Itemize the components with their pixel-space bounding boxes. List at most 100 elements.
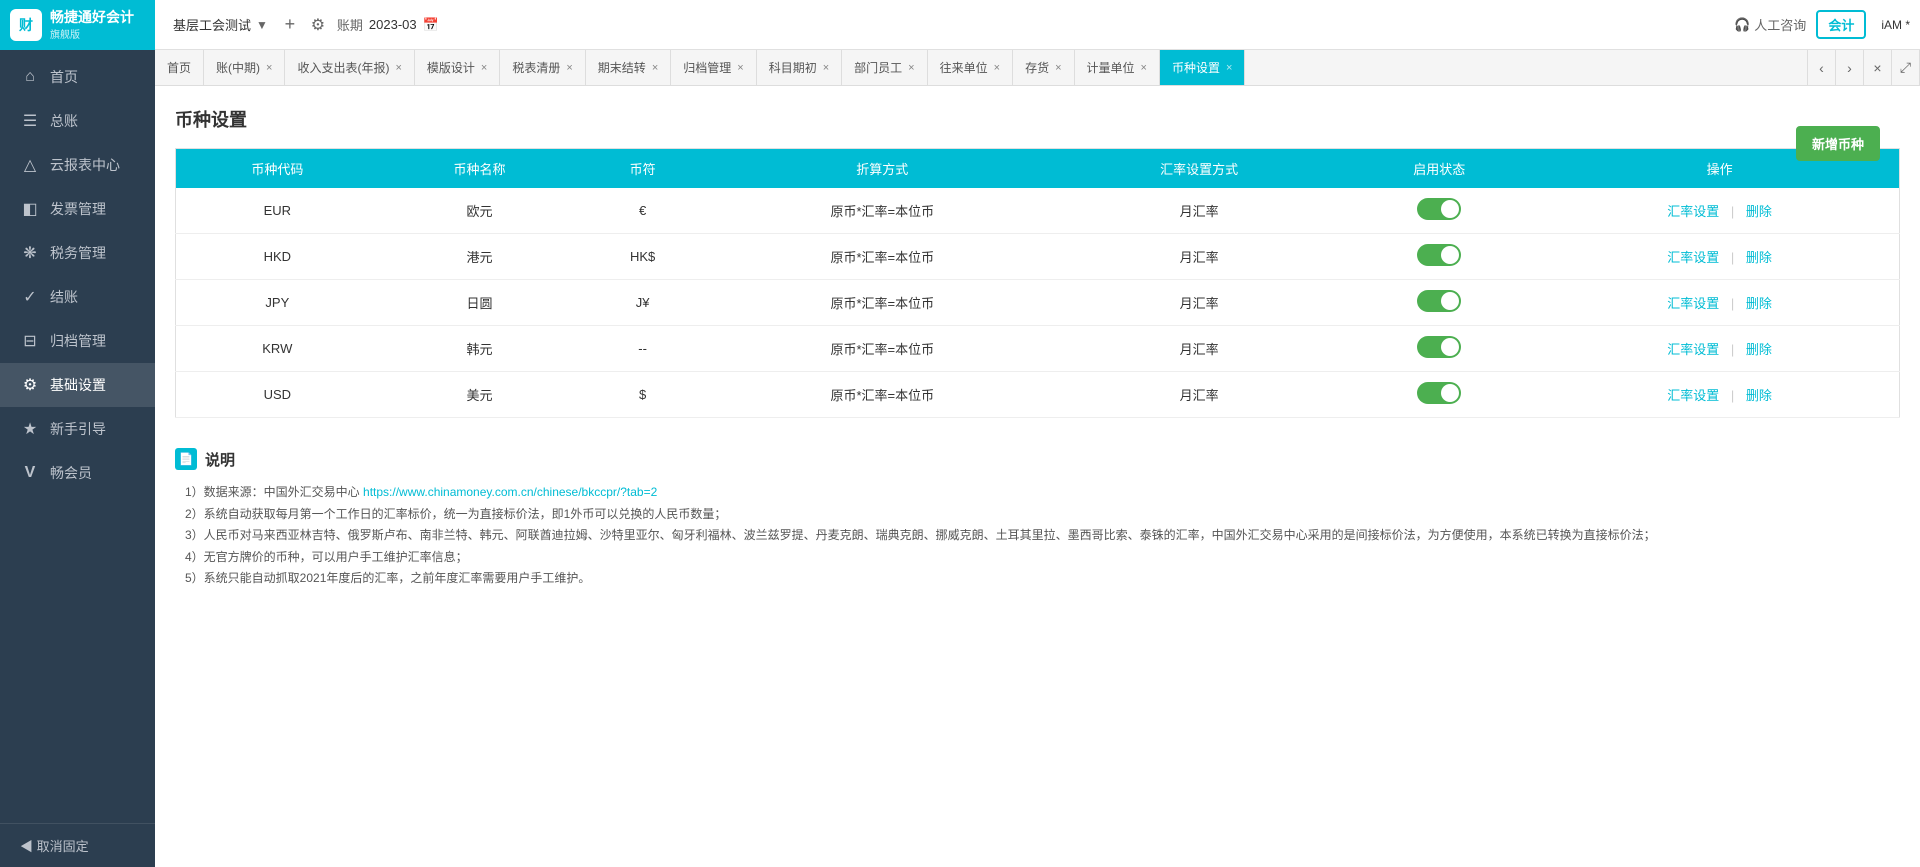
table-body: EUR 欧元 € 原币*汇率=本位币 月汇率 汇率设置 | 删除 HKD 港元 … [176, 188, 1900, 418]
note-item-4: 4）无官方牌价的币种，可以用户手工维护汇率信息； [175, 547, 1900, 569]
delete-link[interactable]: 删除 [1746, 296, 1772, 311]
sidebar-item-label: 归档管理 [50, 331, 106, 351]
tab-label: 部门员工 [854, 59, 902, 76]
tab-close-icon[interactable]: × [823, 62, 829, 74]
delete-link[interactable]: 删除 [1746, 388, 1772, 403]
toggle-thumb [1441, 292, 1459, 310]
sidebar-item-reports[interactable]: △ 云报表中心 [0, 143, 155, 187]
tab-close-icon[interactable]: × [1055, 62, 1061, 74]
sidebar-item-member[interactable]: V 畅会员 [0, 451, 155, 495]
app-logo: 财 畅捷通好会计 旗舰版 [0, 0, 155, 50]
tab-close-icon[interactable]: × [652, 62, 658, 74]
tab-mid[interactable]: 账(中期) × [204, 50, 285, 86]
tab-close-icon[interactable]: × [566, 62, 572, 74]
sidebar-item-archive[interactable]: ⊟ 归档管理 [0, 319, 155, 363]
tab-period-end[interactable]: 期末结转 × [586, 50, 671, 86]
sidebar-item-home[interactable]: ⌂ 首页 [0, 55, 155, 99]
sidebar-item-label: 新手引导 [50, 419, 106, 439]
tab-income[interactable]: 收入支出表(年报) × [285, 50, 414, 86]
rate-setting-link[interactable]: 汇率设置 [1667, 250, 1719, 265]
service-label: 人工咨询 [1754, 15, 1806, 34]
enabled-toggle[interactable] [1417, 336, 1461, 358]
action-separator: | [1731, 296, 1734, 311]
org-selector[interactable]: 基层工会测试 ▼ [165, 11, 276, 38]
tab-tax[interactable]: 税表清册 × [500, 50, 585, 86]
cell-symbol: J¥ [580, 280, 705, 326]
delete-link[interactable]: 删除 [1746, 250, 1772, 265]
tab-close-icon[interactable]: × [908, 62, 914, 74]
tab-close-icon[interactable]: × [1226, 62, 1232, 74]
cell-actions: 汇率设置 | 删除 [1540, 188, 1899, 234]
service-button[interactable]: 🎧 人工咨询 [1734, 15, 1806, 34]
enabled-toggle[interactable] [1417, 244, 1461, 266]
tab-label: 收入支出表(年报) [297, 59, 389, 76]
sidebar-item-tax[interactable]: ❋ 税务管理 [0, 231, 155, 275]
enabled-toggle[interactable] [1417, 198, 1461, 220]
tab-close-icon[interactable]: × [266, 62, 272, 74]
cell-actions: 汇率设置 | 删除 [1540, 372, 1899, 418]
rate-setting-link[interactable]: 汇率设置 [1667, 342, 1719, 357]
enabled-toggle[interactable] [1417, 382, 1461, 404]
tab-inventory[interactable]: 存货 × [1013, 50, 1074, 86]
tab-template[interactable]: 模版设计 × [415, 50, 500, 86]
guide-icon: ★ [20, 419, 40, 439]
col-symbol: 币符 [580, 149, 705, 189]
cell-code: HKD [176, 234, 379, 280]
tab-close-all-button[interactable]: × [1864, 50, 1892, 86]
cell-name: 港元 [379, 234, 581, 280]
sidebar-item-invoice[interactable]: ◧ 发票管理 [0, 187, 155, 231]
tab-close-icon[interactable]: × [994, 62, 1000, 74]
tab-currency[interactable]: 币种设置 × [1160, 50, 1245, 86]
notes-list: 1）数据来源：中国外汇交易中心 https://www.chinamoney.c… [175, 482, 1900, 590]
notes-header: 📄 说明 [175, 448, 1900, 470]
settings-button[interactable]: ⚙ [304, 11, 332, 39]
tab-label: 期末结转 [598, 59, 646, 76]
tab-customers[interactable]: 往来单位 × [928, 50, 1013, 86]
account-button[interactable]: 会计 [1816, 10, 1866, 39]
tab-close-icon[interactable]: × [1141, 62, 1147, 74]
sidebar-pin-toggle[interactable]: ◀ 取消固定 [0, 823, 155, 867]
sidebar-item-settle[interactable]: ✓ 结账 [0, 275, 155, 319]
tab-home[interactable]: 首页 [155, 50, 204, 86]
delete-link[interactable]: 删除 [1746, 204, 1772, 219]
tab-close-icon[interactable]: × [737, 62, 743, 74]
tab-dept[interactable]: 部门员工 × [842, 50, 927, 86]
sidebar-item-basic[interactable]: ⚙ 基础设置 [0, 363, 155, 407]
logo-icon: 财 [10, 9, 42, 41]
headset-icon: 🎧 [1734, 17, 1750, 33]
sidebar-item-label: 基础设置 [50, 375, 106, 395]
rate-setting-link[interactable]: 汇率设置 [1667, 296, 1719, 311]
cell-conversion: 原币*汇率=本位币 [705, 280, 1060, 326]
tab-unit[interactable]: 计量单位 × [1075, 50, 1160, 86]
table-row: JPY 日圆 J¥ 原币*汇率=本位币 月汇率 汇率设置 | 删除 [176, 280, 1900, 326]
calendar-icon[interactable]: 📅 [423, 17, 439, 33]
col-conversion: 折算方式 [705, 149, 1060, 189]
tab-expand-button[interactable]: ⤢ [1892, 50, 1920, 86]
sidebar-item-label: 税务管理 [50, 243, 106, 263]
cell-rate-method: 月汇率 [1060, 188, 1339, 234]
sidebar-item-guide[interactable]: ★ 新手引导 [0, 407, 155, 451]
sidebar-item-label: 云报表中心 [50, 155, 120, 175]
chinamoney-link[interactable]: https://www.chinamoney.com.cn/chinese/bk… [363, 485, 657, 499]
delete-link[interactable]: 删除 [1746, 342, 1772, 357]
sidebar-item-label: 结账 [50, 287, 78, 307]
page-header-area: 币种设置 新增币种 [175, 106, 1900, 132]
tab-subjects[interactable]: 科目期初 × [757, 50, 842, 86]
new-currency-button[interactable]: 新增币种 [1796, 126, 1880, 161]
tab-close-icon[interactable]: × [481, 62, 487, 74]
enabled-toggle[interactable] [1417, 290, 1461, 312]
app-name: 畅捷通好会计 [50, 9, 134, 26]
cell-enabled [1338, 372, 1540, 418]
toggle-track [1417, 336, 1461, 358]
tab-scroll-left-button[interactable]: ‹ [1808, 50, 1836, 86]
header-right: 🎧 人工咨询 会计 iAM * [1734, 10, 1910, 39]
tab-scroll-right-button[interactable]: › [1836, 50, 1864, 86]
add-tab-button[interactable]: + [276, 11, 304, 39]
toggle-thumb [1441, 338, 1459, 356]
sidebar-item-ledger[interactable]: ☰ 总账 [0, 99, 155, 143]
rate-setting-link[interactable]: 汇率设置 [1667, 204, 1719, 219]
tab-archive[interactable]: 归档管理 × [671, 50, 756, 86]
tab-close-icon[interactable]: × [395, 62, 401, 74]
cell-conversion: 原币*汇率=本位币 [705, 234, 1060, 280]
rate-setting-link[interactable]: 汇率设置 [1667, 388, 1719, 403]
